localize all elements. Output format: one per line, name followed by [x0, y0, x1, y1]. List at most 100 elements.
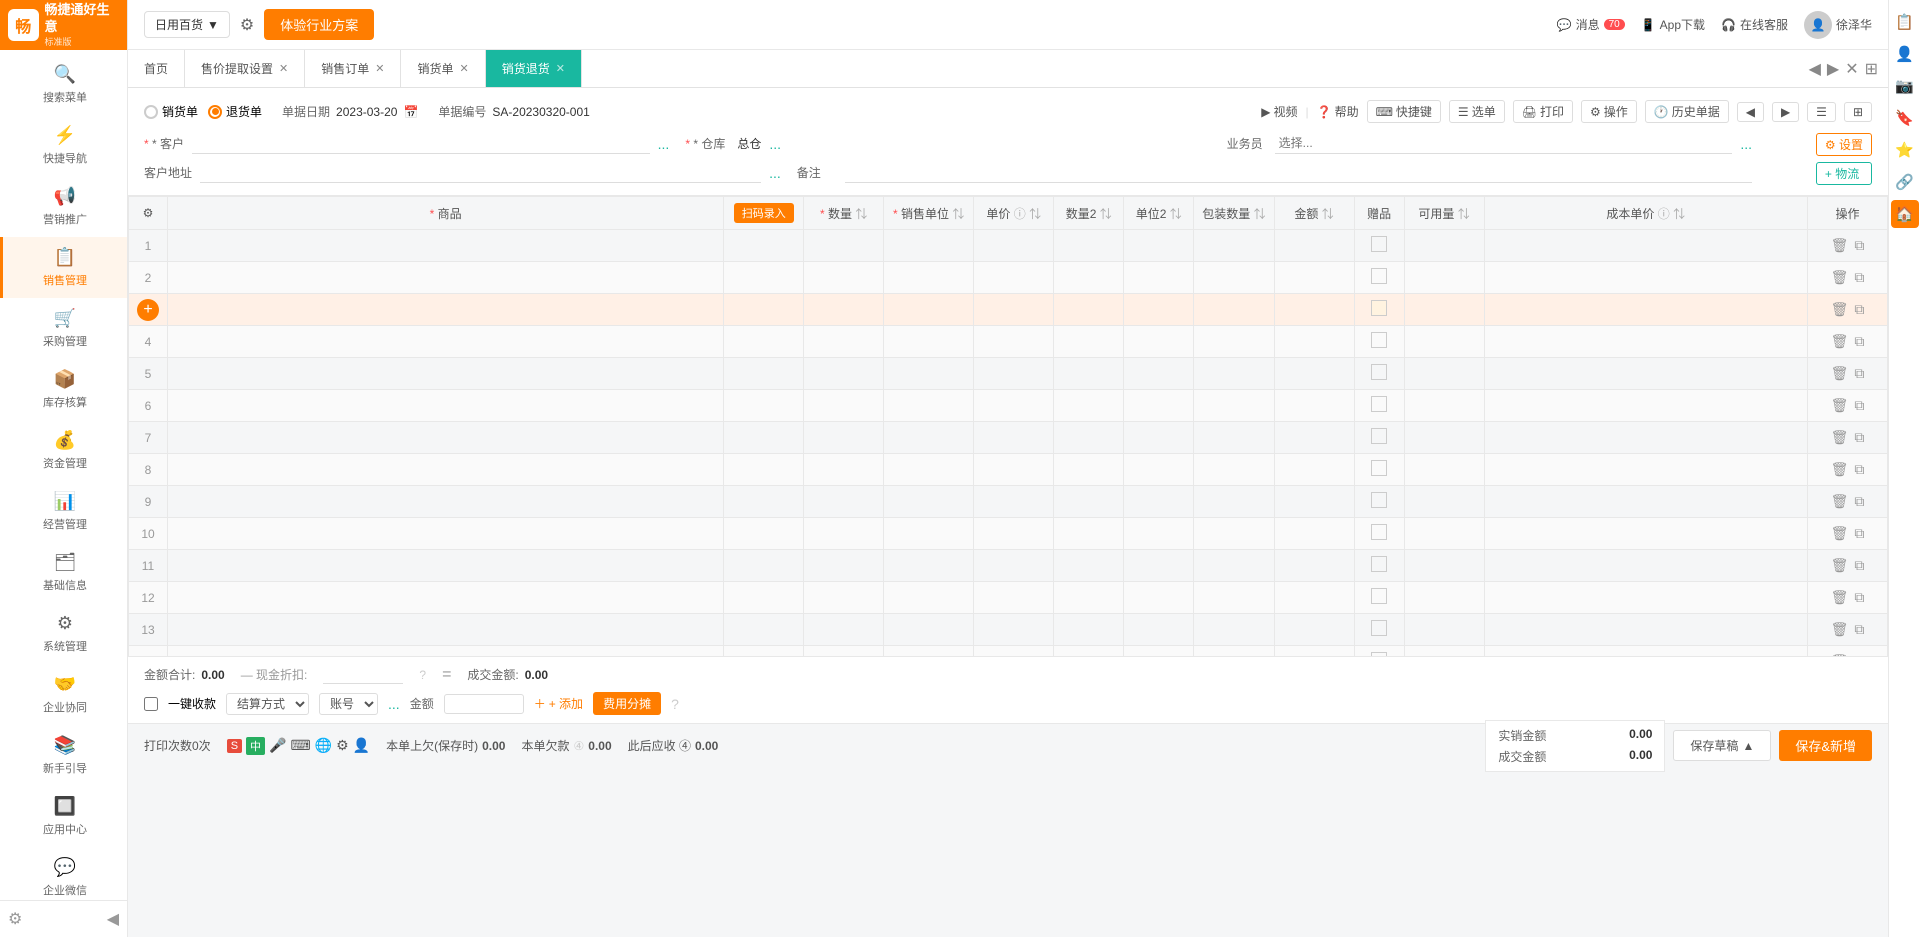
radio-delivery[interactable]: 销货单: [144, 103, 198, 120]
right-panel-tag-icon[interactable]: 🔖: [1891, 104, 1919, 132]
sidebar-item-marketing[interactable]: 📢 营销推广: [0, 176, 127, 237]
right-panel-link-icon[interactable]: 🔗: [1891, 168, 1919, 196]
account-more-btn[interactable]: ...: [388, 696, 400, 712]
amount-input[interactable]: [444, 694, 524, 714]
radio-return[interactable]: 退货单: [208, 103, 262, 120]
sort-qty2-icon[interactable]: ⇅: [1100, 207, 1112, 221]
tab-close-all-icon[interactable]: ✕: [1845, 59, 1858, 79]
save-new-button[interactable]: 保存&新增: [1779, 730, 1872, 761]
del-btn-11[interactable]: 🗑: [1831, 557, 1849, 574]
copy-btn-8[interactable]: ⧉: [1854, 461, 1864, 478]
copy-btn-6[interactable]: ⧉: [1854, 397, 1864, 414]
copy-btn-13[interactable]: ⧉: [1854, 621, 1864, 638]
tab-close-price-setting[interactable]: ✕: [279, 62, 288, 75]
online-service-item[interactable]: 🎧 在线客服: [1721, 16, 1788, 33]
user-profile-item[interactable]: 👤 徐泽华: [1804, 11, 1872, 39]
notification-item[interactable]: 💬 消息 70: [1557, 16, 1625, 33]
gift-checkbox-6[interactable]: [1371, 396, 1387, 412]
copy-btn-3[interactable]: ⧉: [1854, 301, 1864, 318]
del-btn-13[interactable]: 🗑: [1831, 621, 1849, 638]
del-btn-5[interactable]: 🗑: [1831, 365, 1849, 382]
del-btn-2[interactable]: 🗑: [1831, 269, 1849, 286]
page-prev-btn[interactable]: ◀: [1737, 102, 1764, 122]
sort-price-icon[interactable]: ⇅: [1029, 207, 1041, 221]
setting-btn[interactable]: ⚙ 设置: [1816, 133, 1872, 156]
gift-checkbox-2[interactable]: [1371, 268, 1387, 284]
view-grid-btn[interactable]: ⊞: [1844, 102, 1872, 122]
view-list-btn[interactable]: ☰: [1807, 102, 1836, 122]
tab-prev-icon[interactable]: ◀: [1809, 59, 1821, 79]
sidebar-collapse-icon[interactable]: ◀: [107, 909, 119, 929]
app-download-item[interactable]: 📱 App下载: [1641, 16, 1705, 33]
copy-btn-1[interactable]: ⧉: [1854, 237, 1864, 254]
sidebar-item-quick[interactable]: ⚡ 快捷导航: [0, 115, 127, 176]
tab-sales-order[interactable]: 销售订单 ✕: [305, 50, 401, 87]
gift-checkbox-4[interactable]: [1371, 332, 1387, 348]
copy-btn-2[interactable]: ⧉: [1854, 269, 1864, 286]
tab-price-setting[interactable]: 售价提取设置 ✕: [185, 50, 305, 87]
tab-close-sales-return[interactable]: ✕: [556, 62, 565, 75]
sidebar-item-newbie[interactable]: 📚 新手引导: [0, 725, 127, 786]
sidebar-item-wechat[interactable]: 💬 企业微信: [0, 847, 127, 900]
gift-checkbox-9[interactable]: [1371, 492, 1387, 508]
del-btn-6[interactable]: 🗑: [1831, 397, 1849, 414]
operate-btn[interactable]: ⚙ 操作: [1581, 100, 1637, 123]
tab-home[interactable]: 首页: [128, 50, 185, 87]
calendar-icon[interactable]: 📅: [403, 105, 418, 119]
sidebar-item-inventory[interactable]: 📦 库存核算: [0, 359, 127, 420]
copy-btn-12[interactable]: ⧉: [1854, 589, 1864, 606]
staff-more-btn[interactable]: ...: [1740, 136, 1752, 152]
tab-close-sales-order[interactable]: ✕: [375, 62, 384, 75]
scan-button[interactable]: 扫码录入: [734, 203, 794, 223]
copy-btn-10[interactable]: ⧉: [1854, 525, 1864, 542]
customer-input[interactable]: [192, 133, 650, 154]
sidebar-item-sales[interactable]: 📋 销售管理: [0, 237, 127, 298]
del-btn-1[interactable]: 🗑: [1831, 237, 1849, 254]
gift-checkbox-13[interactable]: [1371, 620, 1387, 636]
sort-cost-icon[interactable]: ⇅: [1673, 207, 1685, 221]
sort-packqty-icon[interactable]: ⇅: [1254, 207, 1266, 221]
gift-checkbox-1[interactable]: [1371, 236, 1387, 252]
sidebar-item-apps[interactable]: 🔲 应用中心: [0, 786, 127, 847]
address-input[interactable]: [200, 162, 761, 183]
gift-checkbox-7[interactable]: [1371, 428, 1387, 444]
remark-input[interactable]: [845, 162, 1752, 183]
del-btn-12[interactable]: 🗑: [1831, 589, 1849, 606]
copy-btn-11[interactable]: ⧉: [1854, 557, 1864, 574]
sidebar-item-finance[interactable]: 💰 资金管理: [0, 420, 127, 481]
tab-close-sales-delivery[interactable]: ✕: [460, 62, 469, 75]
del-btn-3[interactable]: 🗑: [1831, 301, 1849, 318]
sidebar-item-operations[interactable]: 📊 经营管理: [0, 481, 127, 542]
topbar-gear-icon[interactable]: ⚙: [240, 15, 254, 35]
calc-method-select[interactable]: 结算方式: [226, 693, 309, 715]
save-draft-button[interactable]: 保存草稿 ▲: [1673, 730, 1771, 761]
sort-unit2-icon[interactable]: ⇅: [1170, 207, 1182, 221]
shortcuts-btn[interactable]: ⌨ 快捷键: [1367, 100, 1441, 123]
copy-btn-9[interactable]: ⧉: [1854, 493, 1864, 510]
category-select[interactable]: 日用百货 ▼: [144, 11, 230, 38]
sidebar-settings-icon[interactable]: ⚙: [8, 909, 22, 929]
gift-checkbox-12[interactable]: [1371, 588, 1387, 604]
discount-input[interactable]: [323, 665, 403, 684]
tab-grid-icon[interactable]: ⊞: [1865, 59, 1878, 79]
account-select[interactable]: 账号: [319, 693, 378, 715]
del-btn-9[interactable]: 🗑: [1831, 493, 1849, 510]
help-btn[interactable]: ❓ 帮助: [1317, 103, 1359, 120]
gift-checkbox-10[interactable]: [1371, 524, 1387, 540]
right-panel-user-icon[interactable]: 👤: [1891, 40, 1919, 68]
print-btn[interactable]: 🖨 打印: [1513, 100, 1573, 123]
del-btn-10[interactable]: 🗑: [1831, 525, 1849, 542]
sort-qty-icon[interactable]: ⇅: [855, 207, 867, 221]
gift-checkbox-8[interactable]: [1371, 460, 1387, 476]
del-btn-4[interactable]: 🗑: [1831, 333, 1849, 350]
add-row-button[interactable]: +: [137, 299, 159, 321]
video-btn[interactable]: ▶ 视频: [1261, 103, 1297, 120]
right-panel-home-icon[interactable]: 🏠: [1891, 200, 1919, 228]
staff-input[interactable]: [1275, 133, 1733, 154]
sort-amount-icon[interactable]: ⇅: [1322, 207, 1334, 221]
fee-split-button[interactable]: 费用分摊: [593, 692, 661, 715]
copy-btn-4[interactable]: ⧉: [1854, 333, 1864, 350]
del-btn-7[interactable]: 🗑: [1831, 429, 1849, 446]
sidebar-item-purchase[interactable]: 🛒 采购管理: [0, 298, 127, 359]
col-gear[interactable]: ⚙: [129, 197, 168, 230]
